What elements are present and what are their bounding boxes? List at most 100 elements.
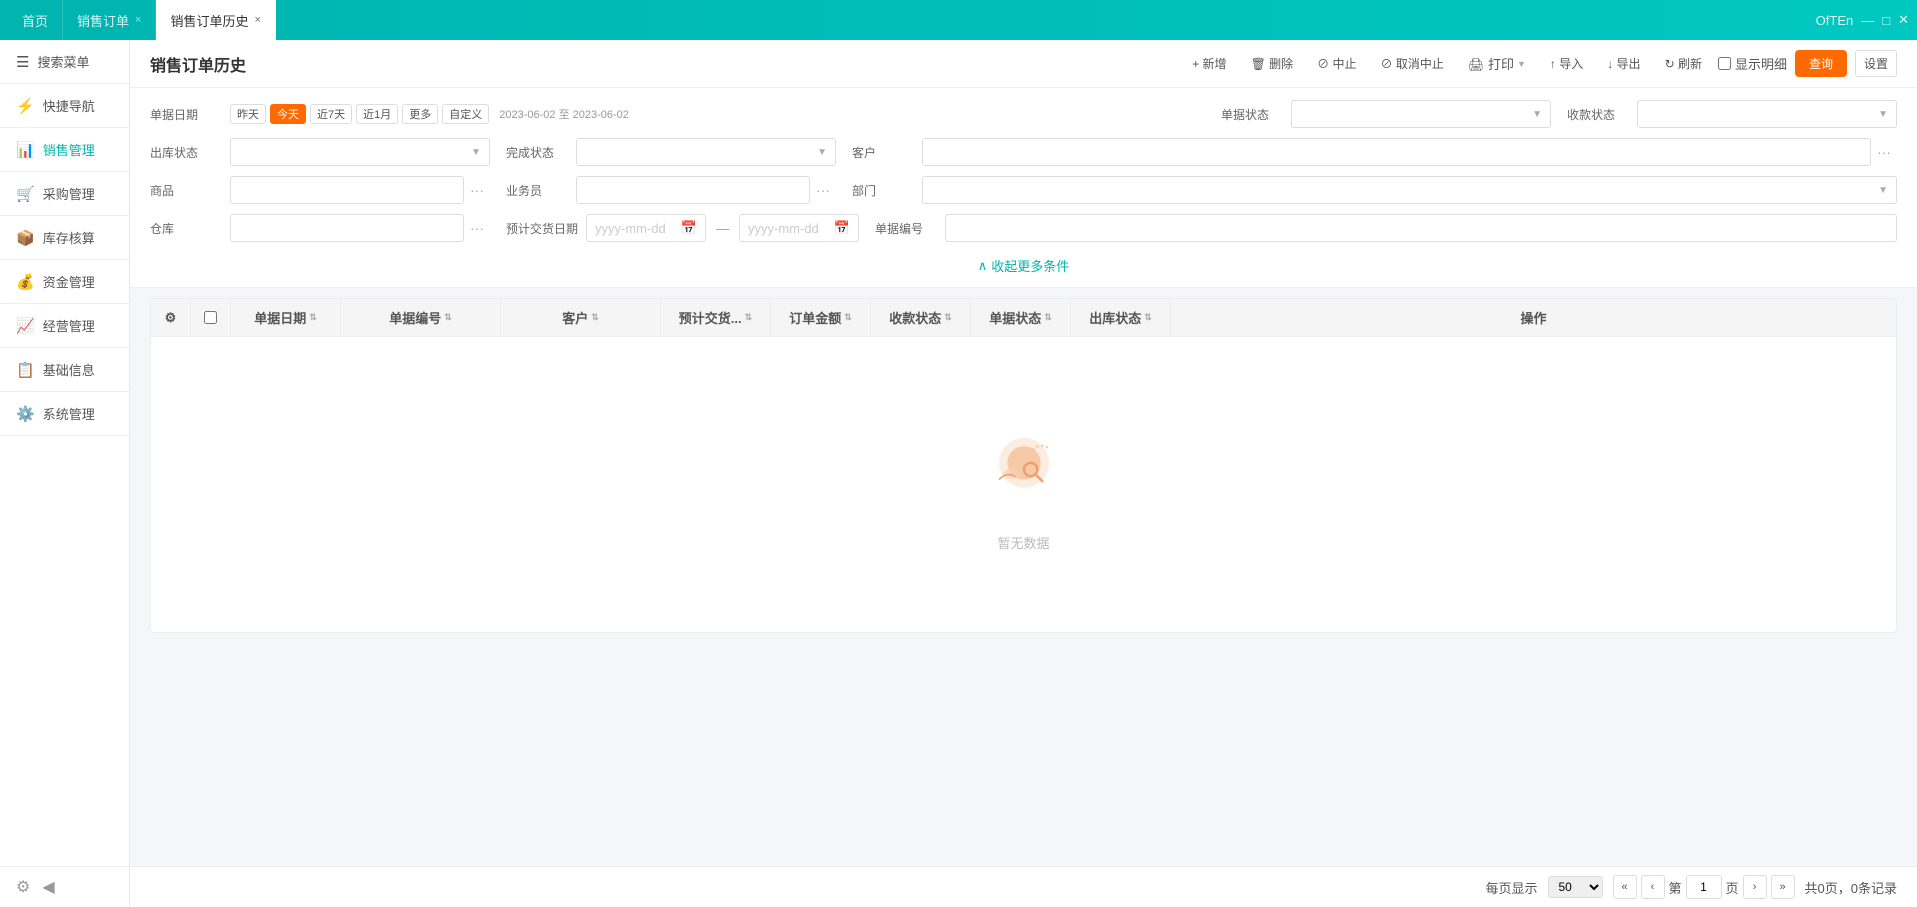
page-size-select[interactable]: 20 50 100 <box>1548 876 1603 898</box>
tab-sales-history-close[interactable]: × <box>254 14 260 26</box>
salesman-dots-btn[interactable]: ··· <box>810 182 836 198</box>
export-button[interactable]: ↓ 导出 <box>1599 51 1648 76</box>
filter-row-1: 单据日期 昨天 今天 近7天 近1月 更多 自定义 2023-06-02 至 2… <box>150 100 1897 128</box>
maximize-btn[interactable]: □ <box>1882 13 1890 28</box>
sidebar-item-quick-nav[interactable]: ⚡ 快捷导航 <box>0 84 129 128</box>
settings-gear-icon[interactable]: ⚙ <box>165 310 177 326</box>
sidebar-item-basic-info[interactable]: 📋 基础信息 <box>0 348 129 392</box>
filter-row-2: 出库状态 ▼ 完成状态 ▼ 客户 ··· <box>150 138 1897 166</box>
payment-status-label: 收款状态 <box>1567 106 1637 123</box>
customer-input[interactable] <box>922 138 1871 166</box>
operations-icon: 📈 <box>16 317 35 335</box>
delivery-date-start[interactable]: yyyy-mm-dd 📅 <box>586 214 706 242</box>
complete-status-select[interactable]: ▼ <box>576 138 836 166</box>
sidebar-item-purchase-mgmt[interactable]: 🛒 采购管理 <box>0 172 129 216</box>
sidebar-collapse-icon[interactable]: ◀ <box>42 877 54 897</box>
th-delivery[interactable]: 预计交货... ⇅ <box>661 299 771 336</box>
department-select[interactable]: ▼ <box>922 176 1897 204</box>
tab-home[interactable]: 首页 <box>8 0 63 40</box>
date-tag-today[interactable]: 今天 <box>270 104 306 124</box>
settings-button[interactable]: 设置 <box>1855 50 1897 77</box>
th-settings[interactable]: ⚙ <box>151 299 191 336</box>
calendar-start-icon[interactable]: 📅 <box>681 220 697 236</box>
display-detail-checkbox[interactable] <box>1718 57 1731 70</box>
delete-button[interactable]: 🗑 删除 <box>1243 51 1302 76</box>
print-button[interactable]: 🖨 打印 ▼ <box>1460 50 1534 77</box>
warehouse-input[interactable] <box>230 214 464 242</box>
table-footer: 每页显示 20 50 100 « ‹ 第 页 › » 共0页，0条记录 <box>130 866 1917 907</box>
display-detail-label[interactable]: 显示明细 <box>1718 54 1787 73</box>
page-label: 页 <box>1726 878 1739 897</box>
th-billno[interactable]: 单据编号 ⇅ <box>341 299 501 336</box>
finance-icon: 💰 <box>16 273 35 291</box>
close-btn[interactable]: ✕ <box>1898 12 1909 28</box>
sidebar-item-sales-mgmt[interactable]: 📊 销售管理 <box>0 128 129 172</box>
th-check[interactable] <box>191 299 231 336</box>
minimize-btn[interactable]: — <box>1861 13 1874 28</box>
th-amount-label: 订单金额 <box>789 308 841 327</box>
last-page-btn[interactable]: » <box>1771 875 1795 899</box>
goods-dots-btn[interactable]: ··· <box>464 182 490 198</box>
sidebar-item-inventory[interactable]: 📦 库存核算 <box>0 216 129 260</box>
date-tag-more[interactable]: 更多 <box>402 104 438 124</box>
th-customer[interactable]: 客户 ⇅ <box>501 299 661 336</box>
sidebar-item-system-mgmt[interactable]: ⚙️ 系统管理 <box>0 392 129 436</box>
payment-status-select[interactable]: ▼ <box>1637 100 1897 128</box>
date-tag-yesterday[interactable]: 昨天 <box>230 104 266 124</box>
th-out-status-label: 出库状态 <box>1089 308 1141 327</box>
next-page-btn[interactable]: › <box>1743 875 1767 899</box>
delivery-date-end[interactable]: yyyy-mm-dd 📅 <box>739 214 859 242</box>
out-status-select[interactable]: ▼ <box>230 138 490 166</box>
date-tag-7days[interactable]: 近7天 <box>310 104 352 124</box>
search-menu-icon: ☰ <box>16 53 29 71</box>
bill-status-arrow-icon: ▼ <box>1532 109 1542 120</box>
department-arrow-icon: ▼ <box>1878 185 1888 196</box>
sidebar-item-search-menu-label: 搜索菜单 <box>37 52 89 71</box>
select-all-checkbox[interactable] <box>204 311 217 324</box>
customer-dots-btn[interactable]: ··· <box>1871 144 1897 160</box>
th-pay-status[interactable]: 收款状态 ⇅ <box>871 299 971 336</box>
collapse-label: 收起更多条件 <box>991 256 1069 275</box>
tab-sales-order-close[interactable]: × <box>135 14 141 26</box>
stop-button[interactable]: ⊘ 中止 <box>1309 51 1364 76</box>
th-amount[interactable]: 订单金额 ⇅ <box>771 299 871 336</box>
display-detail-text: 显示明细 <box>1735 54 1787 73</box>
warehouse-dots-btn[interactable]: ··· <box>464 220 490 236</box>
new-button[interactable]: + 新增 <box>1184 51 1234 76</box>
delivery-sort-icon: ⇅ <box>745 312 753 323</box>
sidebar-item-finance-label: 资金管理 <box>43 272 95 291</box>
bill-status-select[interactable]: ▼ <box>1291 100 1551 128</box>
th-customer-label: 客户 <box>562 308 588 327</box>
import-button[interactable]: ↑ 导入 <box>1542 51 1591 76</box>
query-button[interactable]: 查询 <box>1795 50 1847 77</box>
sidebar-item-search-menu[interactable]: ☰ 搜索菜单 <box>0 40 129 84</box>
data-table: ⚙ 单据日期 ⇅ 单据编号 ⇅ 客户 ⇅ <box>150 298 1897 633</box>
sidebar-settings-icon[interactable]: ⚙ <box>16 877 30 897</box>
goods-input[interactable] <box>230 176 464 204</box>
page-size-label: 每页显示 <box>1485 878 1537 897</box>
page-number-input[interactable] <box>1686 875 1722 899</box>
tab-sales-order[interactable]: 销售订单 × <box>63 0 156 40</box>
customer-sort-icon: ⇅ <box>591 312 599 323</box>
refresh-button[interactable]: ↻ 刷新 <box>1657 51 1710 76</box>
delivery-end-placeholder: yyyy-mm-dd <box>748 221 819 236</box>
date-tag-custom[interactable]: 自定义 <box>442 104 489 124</box>
sidebar-item-operations[interactable]: 📈 经营管理 <box>0 304 129 348</box>
th-out-status[interactable]: 出库状态 ⇅ <box>1071 299 1171 336</box>
th-date[interactable]: 单据日期 ⇅ <box>231 299 341 336</box>
goods-label: 商品 <box>150 182 230 199</box>
date-tag-1month[interactable]: 近1月 <box>356 104 398 124</box>
filter-row-4: 仓库 ··· 预计交货日期 yyyy-mm-dd 📅 — yyyy-mm-dd … <box>150 214 1897 242</box>
bill-no-input[interactable] <box>945 214 1897 242</box>
th-bill-status[interactable]: 单据状态 ⇅ <box>971 299 1071 336</box>
tab-sales-history[interactable]: 销售订单历史 × <box>156 0 275 40</box>
prev-page-btn[interactable]: ‹ <box>1641 875 1665 899</box>
first-page-btn[interactable]: « <box>1613 875 1637 899</box>
calendar-end-icon[interactable]: 📅 <box>834 220 850 236</box>
sidebar-item-finance[interactable]: 💰 资金管理 <box>0 260 129 304</box>
collapse-bar[interactable]: ∧ 收起更多条件 <box>150 252 1897 279</box>
salesman-input[interactable] <box>576 176 810 204</box>
cancel-stop-button[interactable]: ⊘ 取消中止 <box>1372 51 1451 76</box>
print-label: 🖨 打印 <box>1468 54 1514 73</box>
quick-nav-icon: ⚡ <box>16 97 35 115</box>
